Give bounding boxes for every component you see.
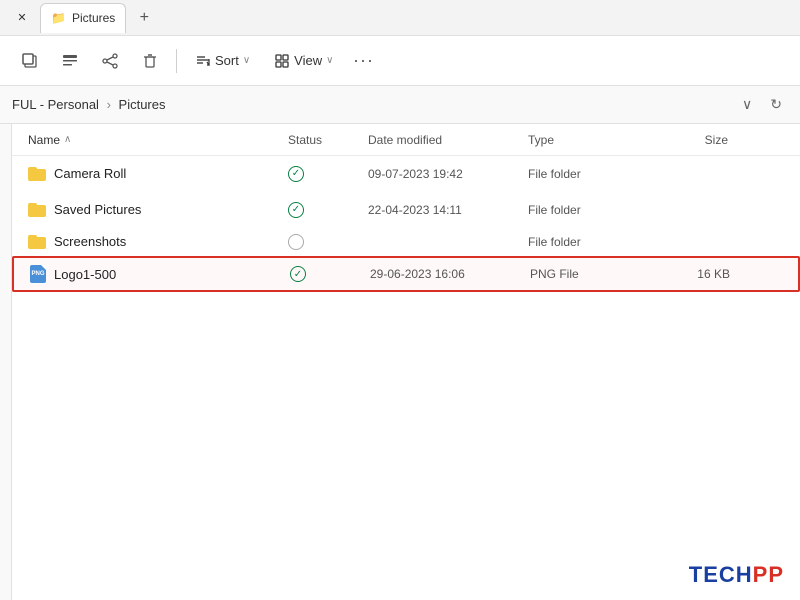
status-empty-icon	[288, 234, 304, 250]
col-header-status[interactable]: Status	[288, 133, 368, 147]
row-type-saved-pictures: File folder	[528, 203, 648, 217]
breadcrumb-part1[interactable]: FUL - Personal	[12, 97, 99, 112]
row-type-screenshots: File folder	[528, 235, 648, 249]
row-name-logo: PNG Logo1-500	[30, 265, 290, 283]
table-row[interactable]: Screenshots File folder	[12, 228, 800, 256]
col-header-name[interactable]: Name ∧	[28, 133, 288, 147]
row-type-logo: PNG File	[530, 267, 650, 281]
refresh-button[interactable]: ↻	[764, 94, 788, 115]
status-check-icon: ✓	[290, 266, 306, 282]
folder-icon	[28, 203, 46, 217]
table-row[interactable]: Saved Pictures ✓ 22-04-2023 14:11 File f…	[12, 192, 800, 228]
address-bar: FUL - Personal › Pictures ∨ ↻	[0, 86, 800, 124]
status-check-icon: ✓	[288, 166, 304, 182]
sidebar	[0, 124, 12, 600]
name-sort-arrow: ∧	[64, 134, 71, 145]
watermark-tech: TECH	[689, 562, 753, 587]
view-chevron: ∨	[326, 55, 333, 66]
watermark-pp: PP	[753, 562, 784, 587]
row-date-logo: 29-06-2023 16:06	[370, 267, 530, 281]
row-type-camera-roll: File folder	[528, 167, 648, 181]
tab-item[interactable]: 📁 Pictures	[40, 3, 126, 33]
toolbar-rename-button[interactable]	[52, 43, 88, 79]
file-list: Name ∧ Status Date modified Type Size Ca…	[12, 124, 800, 600]
folder-icon	[28, 167, 46, 181]
address-chevron[interactable]: ∨	[738, 94, 756, 115]
sort-label: Sort	[215, 53, 239, 68]
main-layout: Name ∧ Status Date modified Type Size Ca…	[0, 124, 800, 600]
view-button[interactable]: View ∨	[264, 47, 343, 75]
title-bar: ✕ 📁 Pictures +	[0, 0, 800, 36]
view-label: View	[294, 53, 322, 68]
more-options-button[interactable]: ···	[347, 45, 379, 77]
row-status-camera-roll: ✓	[288, 166, 368, 182]
table-row[interactable]: Camera Roll ✓ 09-07-2023 19:42 File fold…	[12, 156, 800, 192]
tab-close-button[interactable]: ✕	[8, 6, 36, 30]
col-header-type[interactable]: Type	[528, 133, 648, 147]
png-file-icon: PNG	[30, 265, 46, 283]
breadcrumb-separator: ›	[107, 97, 111, 112]
new-tab-button[interactable]: +	[130, 6, 158, 30]
col-header-date[interactable]: Date modified	[368, 133, 528, 147]
row-status-logo: ✓	[290, 266, 370, 282]
breadcrumb-part2[interactable]: Pictures	[119, 97, 166, 112]
toolbar-separator	[176, 49, 177, 73]
sort-chevron: ∨	[243, 55, 250, 66]
status-check-icon: ✓	[288, 202, 304, 218]
breadcrumb: FUL - Personal › Pictures	[12, 97, 730, 112]
row-name-camera-roll: Camera Roll	[28, 166, 288, 181]
row-name-saved-pictures: Saved Pictures	[28, 202, 288, 217]
col-header-size[interactable]: Size	[648, 133, 728, 147]
watermark: TECHPP	[689, 562, 784, 588]
row-date-saved-pictures: 22-04-2023 14:11	[368, 203, 528, 217]
row-name-screenshots: Screenshots	[28, 234, 288, 249]
column-headers: Name ∧ Status Date modified Type Size	[12, 124, 800, 156]
sort-button[interactable]: Sort ∨	[185, 47, 260, 75]
toolbar-share-button[interactable]	[92, 43, 128, 79]
tab-label: Pictures	[72, 11, 115, 25]
toolbar-copy-button[interactable]	[12, 43, 48, 79]
toolbar: Sort ∨ View ∨ ···	[0, 36, 800, 86]
folder-icon	[28, 235, 46, 249]
row-size-logo: 16 KB	[650, 267, 730, 281]
tab-icon: 📁	[51, 11, 66, 25]
table-row[interactable]: PNG Logo1-500 ✓ 29-06-2023 16:06 PNG Fil…	[12, 256, 800, 292]
row-status-screenshots	[288, 234, 368, 250]
toolbar-delete-button[interactable]	[132, 43, 168, 79]
row-status-saved-pictures: ✓	[288, 202, 368, 218]
row-date-camera-roll: 09-07-2023 19:42	[368, 167, 528, 181]
